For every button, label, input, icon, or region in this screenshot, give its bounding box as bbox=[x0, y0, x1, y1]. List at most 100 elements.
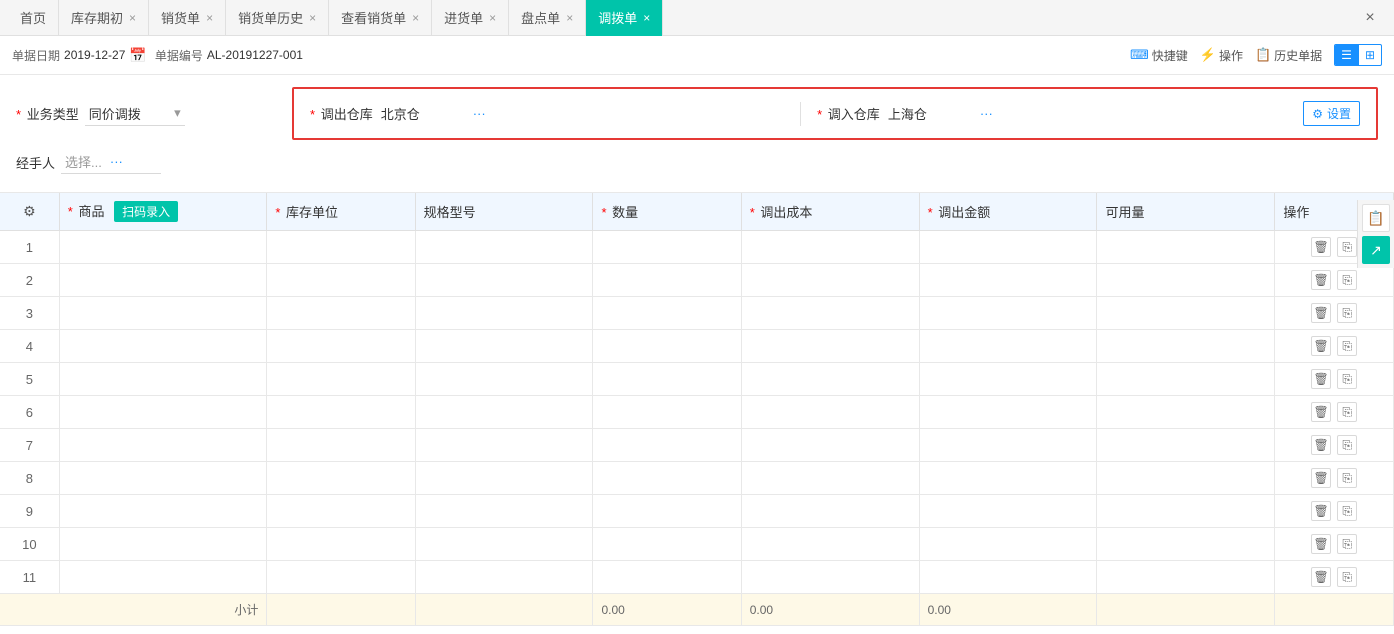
row-qty-10[interactable] bbox=[593, 528, 741, 561]
row-unit-11[interactable] bbox=[267, 561, 415, 594]
tab-purchase-order[interactable]: 进货单 × bbox=[432, 0, 509, 36]
row-amount-9[interactable] bbox=[919, 495, 1097, 528]
tab-close-sales-order[interactable]: × bbox=[206, 11, 213, 25]
row-available-4[interactable] bbox=[1097, 330, 1275, 363]
row-product-5[interactable] bbox=[59, 363, 267, 396]
delete-row-btn-1[interactable]: 🗑 bbox=[1311, 237, 1331, 257]
scan-btn[interactable]: 扫码录入 bbox=[114, 201, 178, 222]
delete-row-btn-11[interactable]: 🗑 bbox=[1311, 567, 1331, 587]
row-qty-7[interactable] bbox=[593, 429, 741, 462]
row-qty-6[interactable] bbox=[593, 396, 741, 429]
row-amount-3[interactable] bbox=[919, 297, 1097, 330]
tab-close-inventory-check[interactable]: × bbox=[566, 11, 573, 25]
row-product-7[interactable] bbox=[59, 429, 267, 462]
warehouse-in-more-btn[interactable]: ··· bbox=[976, 106, 997, 121]
row-spec-2[interactable] bbox=[415, 264, 593, 297]
row-amount-2[interactable] bbox=[919, 264, 1097, 297]
row-qty-9[interactable] bbox=[593, 495, 741, 528]
tab-close-sales-history[interactable]: × bbox=[309, 11, 316, 25]
row-amount-4[interactable] bbox=[919, 330, 1097, 363]
copy-row-btn-9[interactable]: ⎘ bbox=[1337, 501, 1357, 521]
notes-panel-btn[interactable]: 📋 bbox=[1362, 204, 1390, 232]
row-cost-10[interactable] bbox=[741, 528, 919, 561]
delete-row-btn-9[interactable]: 🗑 bbox=[1311, 501, 1331, 521]
business-type-dropdown[interactable]: 同价调拨 ▾ bbox=[85, 102, 185, 126]
row-unit-4[interactable] bbox=[267, 330, 415, 363]
row-available-8[interactable] bbox=[1097, 462, 1275, 495]
delete-row-btn-10[interactable]: 🗑 bbox=[1311, 534, 1331, 554]
row-amount-7[interactable] bbox=[919, 429, 1097, 462]
history-btn[interactable]: 📋 历史单据 bbox=[1255, 47, 1322, 64]
row-unit-1[interactable] bbox=[267, 231, 415, 264]
row-cost-6[interactable] bbox=[741, 396, 919, 429]
row-cost-2[interactable] bbox=[741, 264, 919, 297]
row-spec-9[interactable] bbox=[415, 495, 593, 528]
row-unit-5[interactable] bbox=[267, 363, 415, 396]
tab-inventory-init[interactable]: 库存期初 × bbox=[59, 0, 149, 36]
delete-row-btn-8[interactable]: 🗑 bbox=[1311, 468, 1331, 488]
row-spec-4[interactable] bbox=[415, 330, 593, 363]
copy-row-btn-3[interactable]: ⎘ bbox=[1337, 303, 1357, 323]
window-close-btn[interactable]: × bbox=[1354, 2, 1386, 34]
tab-home[interactable]: 首页 bbox=[8, 0, 59, 36]
row-qty-5[interactable] bbox=[593, 363, 741, 396]
row-spec-6[interactable] bbox=[415, 396, 593, 429]
calendar-icon[interactable]: 📅 bbox=[129, 47, 146, 64]
row-available-9[interactable] bbox=[1097, 495, 1275, 528]
operation-btn[interactable]: ⚡ 操作 bbox=[1200, 47, 1243, 64]
row-available-11[interactable] bbox=[1097, 561, 1275, 594]
tab-transfer[interactable]: 调拨单 × bbox=[586, 0, 663, 36]
row-product-9[interactable] bbox=[59, 495, 267, 528]
row-amount-6[interactable] bbox=[919, 396, 1097, 429]
row-product-3[interactable] bbox=[59, 297, 267, 330]
row-unit-10[interactable] bbox=[267, 528, 415, 561]
copy-row-btn-5[interactable]: ⎘ bbox=[1337, 369, 1357, 389]
export-panel-btn[interactable]: ↗ bbox=[1362, 236, 1390, 264]
row-unit-9[interactable] bbox=[267, 495, 415, 528]
row-cost-4[interactable] bbox=[741, 330, 919, 363]
delete-row-btn-6[interactable]: 🗑 bbox=[1311, 402, 1331, 422]
row-unit-7[interactable] bbox=[267, 429, 415, 462]
row-available-2[interactable] bbox=[1097, 264, 1275, 297]
row-unit-8[interactable] bbox=[267, 462, 415, 495]
settings-button[interactable]: ⚙ 设置 bbox=[1303, 101, 1360, 126]
row-amount-8[interactable] bbox=[919, 462, 1097, 495]
row-cost-1[interactable] bbox=[741, 231, 919, 264]
row-available-3[interactable] bbox=[1097, 297, 1275, 330]
row-amount-1[interactable] bbox=[919, 231, 1097, 264]
tab-inventory-check[interactable]: 盘点单 × bbox=[509, 0, 586, 36]
delete-row-btn-4[interactable]: 🗑 bbox=[1311, 336, 1331, 356]
copy-row-btn-2[interactable]: ⎘ bbox=[1337, 270, 1357, 290]
row-available-10[interactable] bbox=[1097, 528, 1275, 561]
tab-sales-history[interactable]: 销货单历史 × bbox=[226, 0, 329, 36]
row-cost-5[interactable] bbox=[741, 363, 919, 396]
warehouse-out-more-btn[interactable]: ··· bbox=[469, 106, 490, 121]
tab-close-inventory-init[interactable]: × bbox=[129, 11, 136, 25]
row-cost-7[interactable] bbox=[741, 429, 919, 462]
grid-view-btn[interactable]: ⊞ bbox=[1359, 45, 1381, 65]
row-amount-11[interactable] bbox=[919, 561, 1097, 594]
row-qty-11[interactable] bbox=[593, 561, 741, 594]
row-spec-1[interactable] bbox=[415, 231, 593, 264]
row-product-4[interactable] bbox=[59, 330, 267, 363]
copy-row-btn-8[interactable]: ⎘ bbox=[1337, 468, 1357, 488]
row-qty-8[interactable] bbox=[593, 462, 741, 495]
row-available-6[interactable] bbox=[1097, 396, 1275, 429]
row-cost-11[interactable] bbox=[741, 561, 919, 594]
delete-row-btn-3[interactable]: 🗑 bbox=[1311, 303, 1331, 323]
copy-row-btn-11[interactable]: ⎘ bbox=[1337, 567, 1357, 587]
row-spec-7[interactable] bbox=[415, 429, 593, 462]
row-product-1[interactable] bbox=[59, 231, 267, 264]
row-available-5[interactable] bbox=[1097, 363, 1275, 396]
row-amount-10[interactable] bbox=[919, 528, 1097, 561]
th-settings[interactable]: ⚙ bbox=[0, 193, 59, 231]
row-unit-2[interactable] bbox=[267, 264, 415, 297]
row-unit-3[interactable] bbox=[267, 297, 415, 330]
tab-close-purchase-order[interactable]: × bbox=[489, 11, 496, 25]
row-available-1[interactable] bbox=[1097, 231, 1275, 264]
copy-row-btn-10[interactable]: ⎘ bbox=[1337, 534, 1357, 554]
row-qty-1[interactable] bbox=[593, 231, 741, 264]
copy-row-btn-4[interactable]: ⎘ bbox=[1337, 336, 1357, 356]
list-view-btn[interactable]: ☰ bbox=[1335, 45, 1359, 65]
row-spec-10[interactable] bbox=[415, 528, 593, 561]
